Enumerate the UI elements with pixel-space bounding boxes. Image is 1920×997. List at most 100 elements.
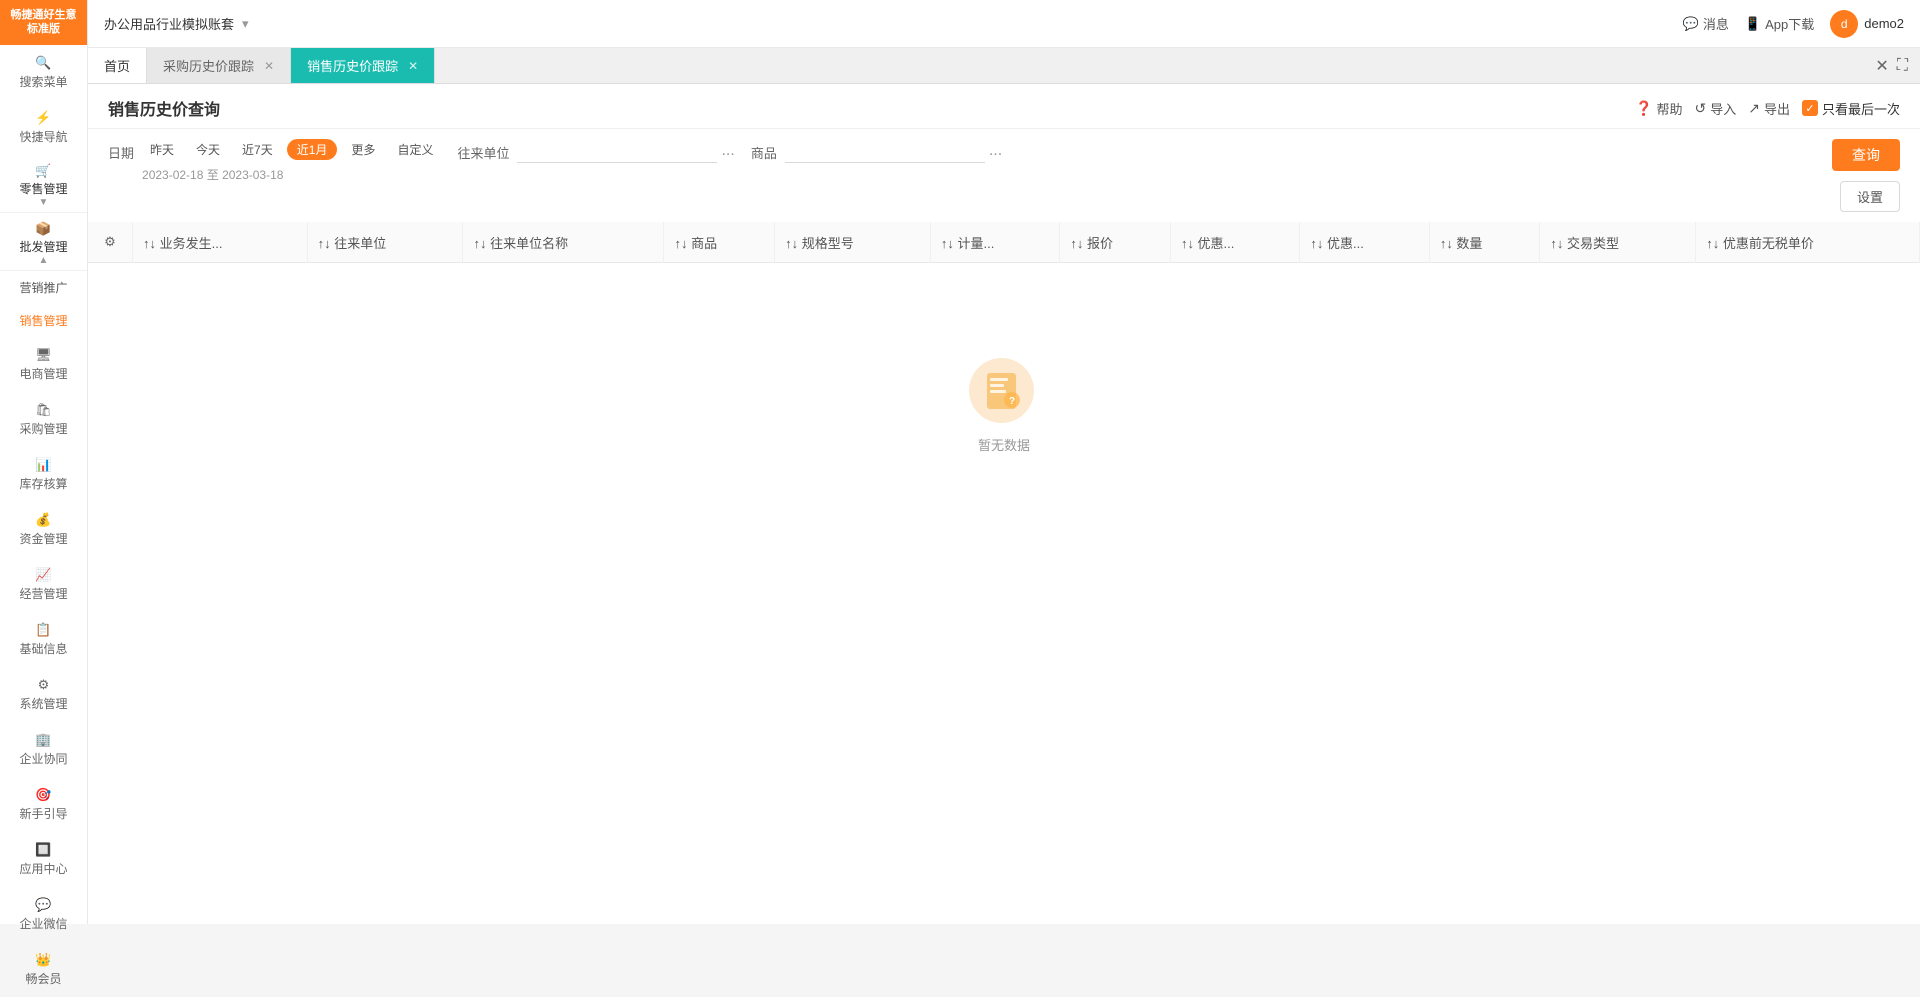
sidebar-item-member[interactable]: 👑 畅会员 (0, 942, 87, 997)
sidebar-item-retail[interactable]: 🛒 零售管理 ▼ (0, 155, 87, 213)
sidebar-item-operations[interactable]: 📈 经营管理 (0, 557, 87, 612)
topbar-msg-label: 消息 (1703, 14, 1729, 33)
sidebar-item-search[interactable]: 🔍 搜索菜单 (0, 45, 87, 100)
table-col-trade-type[interactable]: ↑↓ 交易类型 (1540, 222, 1696, 263)
appstore-icon: 🔲 (35, 842, 51, 858)
product-filter-label: 商品 (751, 139, 777, 162)
col-spec-label: ↑↓ 规格型号 (785, 236, 854, 251)
sidebar-item-marketing[interactable]: 营销推广 (0, 271, 87, 304)
partner-input[interactable] (517, 139, 717, 163)
quicknav-icon: ⚡ (35, 110, 51, 126)
date-options: 昨天 今天 近7天 近1月 更多 自定义 2023-02-18 至 2023-0… (142, 139, 441, 183)
table-col-unit[interactable]: ↑↓ 计量... (930, 222, 1059, 263)
topbar-user[interactable]: d demo2 (1830, 10, 1904, 38)
tab-home[interactable]: 首页 (88, 48, 147, 83)
setting-button[interactable]: 设置 (1840, 181, 1900, 212)
sidebar-item-purchase[interactable]: 🛍 采购管理 (0, 392, 87, 447)
search-menu-icon: 🔍 (35, 55, 51, 71)
svg-text:?: ? (1009, 396, 1015, 407)
logo-text: 畅捷通好生意标准版 (11, 8, 77, 37)
table-col-pretax-price[interactable]: ↑↓ 优惠前无税单价 (1696, 222, 1920, 263)
date-btn-7days[interactable]: 近7天 (234, 139, 281, 160)
col-quantity-label: ↑↓ 数量 (1440, 236, 1483, 251)
inventory-icon: 📊 (35, 457, 51, 473)
main-area: 办公用品行业模拟账套 ▾ 💬 消息 📱 App下载 d demo2 首页 采购历… (88, 0, 1920, 924)
topbar-title: 办公用品行业模拟账套 (104, 14, 234, 33)
page-title: 销售历史价查询 (108, 96, 220, 120)
product-input[interactable] (785, 139, 985, 163)
operations-icon: 📈 (35, 567, 51, 583)
tab-purchase-history[interactable]: 采购历史价跟踪 ✕ (147, 48, 291, 83)
product-input-group: ... (785, 139, 1002, 163)
date-btn-today[interactable]: 今天 (188, 139, 228, 160)
topbar-dropdown-icon[interactable]: ▾ (242, 16, 249, 32)
data-table: ⚙ ↑↓ 业务发生... ↑↓ 往来单位 ↑↓ 往来单位名称 ↑↓ 商品 (88, 222, 1920, 263)
date-row1: 昨天 今天 近7天 近1月 更多 自定义 (142, 139, 441, 160)
tab-sales-close-icon[interactable]: ✕ (408, 59, 418, 73)
sidebar-item-basic[interactable]: 📋 基础信息 (0, 612, 87, 667)
sidebar-item-enterprise[interactable]: 🏢 企业协同 (0, 722, 87, 777)
sidebar-item-finance[interactable]: 💰 资金管理 (0, 502, 87, 557)
date-btn-yesterday[interactable]: 昨天 (142, 139, 182, 160)
empty-illustration: ? (959, 343, 1049, 423)
sidebar-item-appstore[interactable]: 🔲 应用中心 (0, 832, 87, 887)
col-discount2-label: ↑↓ 优惠... (1310, 236, 1363, 251)
wechat-icon: 💬 (35, 897, 51, 913)
product-dots-button[interactable]: ... (989, 142, 1002, 160)
topbar-app-button[interactable]: 📱 App下载 (1745, 14, 1814, 33)
import-action[interactable]: ↺ 导入 (1694, 99, 1736, 118)
date-btn-custom[interactable]: 自定义 (389, 139, 441, 160)
table-col-spec[interactable]: ↑↓ 规格型号 (775, 222, 931, 263)
page-header: 销售历史价查询 ❓ 帮助 ↺ 导入 ↗ 导出 只看最后一次 (88, 84, 1920, 129)
only-last-checkbox-group[interactable]: 只看最后一次 (1802, 99, 1900, 118)
table-col-partner-name[interactable]: ↑↓ 往来单位名称 (463, 222, 664, 263)
help-action[interactable]: ❓ 帮助 (1635, 99, 1682, 118)
partner-dots-button[interactable]: ... (721, 142, 734, 160)
only-last-checkbox[interactable] (1802, 100, 1818, 116)
col-discount1-label: ↑↓ 优惠... (1181, 236, 1234, 251)
sidebar-enterprise-label: 企业协同 (19, 750, 67, 767)
date-filter-label: 日期 (108, 139, 134, 162)
table-col-discount2[interactable]: ↑↓ 优惠... (1300, 222, 1429, 263)
export-action[interactable]: ↗ 导出 (1748, 99, 1790, 118)
tab-purchase-close-icon[interactable]: ✕ (264, 59, 274, 73)
table-col-discount1[interactable]: ↑↓ 优惠... (1170, 222, 1299, 263)
table-col-partner-code[interactable]: ↑↓ 往来单位 (307, 222, 463, 263)
tab-expand-button[interactable]: ⛶ (1897, 57, 1908, 75)
table-col-product[interactable]: ↑↓ 商品 (664, 222, 775, 263)
sidebar-retail-label: 零售管理 (19, 180, 67, 197)
query-button[interactable]: 查询 (1832, 139, 1900, 171)
table-col-quote[interactable]: ↑↓ 报价 (1060, 222, 1171, 263)
ecommerce-icon: 🖥 (35, 347, 52, 363)
topbar-right: 💬 消息 📱 App下载 d demo2 (1683, 10, 1904, 38)
newguide-icon: 🎯 (35, 787, 51, 803)
table-col-biz-date[interactable]: ↑↓ 业务发生... (133, 222, 308, 263)
retail-arrow-icon: ▼ (39, 197, 49, 208)
tab-sales-history[interactable]: 销售历史价跟踪 ✕ (291, 48, 435, 83)
sidebar-item-system[interactable]: ⚙ 系统管理 (0, 667, 87, 722)
sidebar-inventory-label: 库存核算 (19, 475, 67, 492)
sidebar-item-inventory[interactable]: 📊 库存核算 (0, 447, 87, 502)
sidebar-item-wholesale[interactable]: 📦 批发管理 ▲ (0, 213, 87, 271)
topbar-msg-button[interactable]: 💬 消息 (1683, 14, 1729, 33)
tab-sales-label: 销售历史价跟踪 (307, 56, 398, 75)
app-icon: 📱 (1745, 16, 1761, 32)
sidebar-operations-label: 经营管理 (19, 585, 67, 602)
tab-close-all-button[interactable]: ✕ (1875, 56, 1888, 76)
empty-state: ? 暂无数据 (88, 263, 1920, 534)
sidebar-marketing-label: 营销推广 (19, 281, 67, 295)
table-col-quantity[interactable]: ↑↓ 数量 (1429, 222, 1540, 263)
table-wrapper: ⚙ ↑↓ 业务发生... ↑↓ 往来单位 ↑↓ 往来单位名称 ↑↓ 商品 (88, 222, 1920, 924)
date-range-text: 2023-02-18 至 2023-03-18 (142, 166, 441, 183)
topbar-left: 办公用品行业模拟账套 ▾ (104, 14, 249, 33)
date-btn-1month[interactable]: 近1月 (287, 139, 338, 160)
wholesale-arrow-icon: ▲ (39, 255, 49, 266)
date-btn-more[interactable]: 更多 (343, 139, 383, 160)
gear-icon[interactable]: ⚙ (98, 230, 122, 254)
sidebar-item-sales[interactable]: 销售管理 (0, 304, 87, 337)
sidebar-item-newguide[interactable]: 🎯 新手引导 (0, 777, 87, 832)
sidebar-member-label: 畅会员 (25, 970, 61, 987)
sidebar-item-quicknav[interactable]: ⚡ 快捷导航 (0, 100, 87, 155)
sidebar-item-ecommerce[interactable]: 🖥 电商管理 (0, 337, 87, 392)
sidebar-item-wechat[interactable]: 💬 企业微信 (0, 887, 87, 942)
